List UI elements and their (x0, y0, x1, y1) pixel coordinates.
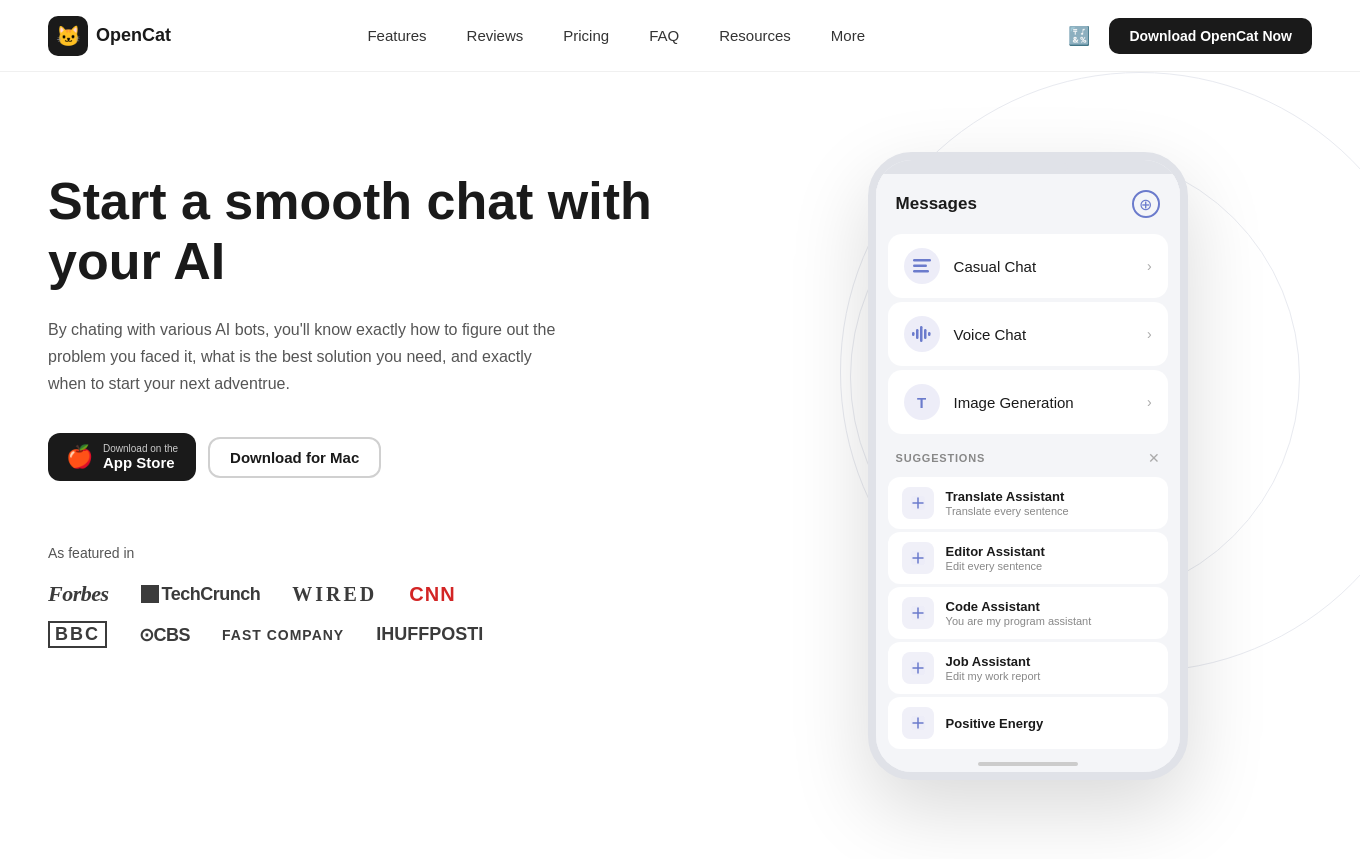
image-generation-name: Image Generation (954, 394, 1133, 411)
svg-rect-0 (913, 259, 931, 262)
editor-icon (902, 542, 934, 574)
hero-description: By chating with various AI bots, you'll … (48, 316, 568, 398)
code-title: Code Assistant (946, 599, 1154, 614)
voice-chat-chevron: › (1147, 326, 1152, 342)
hero-buttons: 🍎 Download on the App Store Download for… (48, 433, 743, 481)
nav-link-reviews[interactable]: Reviews (451, 19, 540, 52)
suggestion-editor[interactable]: Editor Assistant Edit every sentence (888, 532, 1168, 584)
nav-right: 🔣 Download OpenCat Now (1061, 18, 1312, 54)
logos-row-1: Forbes TechCrunch WIRED CNN (48, 581, 743, 607)
job-texts: Job Assistant Edit my work report (946, 654, 1154, 682)
job-title: Job Assistant (946, 654, 1154, 669)
voice-chat-icon (904, 316, 940, 352)
phone-bottom (876, 752, 1180, 772)
svg-rect-3 (912, 332, 915, 336)
app-store-button[interactable]: 🍎 Download on the App Store (48, 433, 196, 481)
editor-texts: Editor Assistant Edit every sentence (946, 544, 1154, 572)
nav-link-more[interactable]: More (815, 19, 881, 52)
chat-item-voice[interactable]: Voice Chat › (888, 302, 1168, 366)
logo-text: OpenCat (96, 25, 171, 46)
navbar: 🐱 OpenCat Features Reviews Pricing FAQ R… (0, 0, 1360, 72)
code-desc: You are my program assistant (946, 615, 1154, 627)
nav-link-faq[interactable]: FAQ (633, 19, 695, 52)
job-icon (902, 652, 934, 684)
code-texts: Code Assistant You are my program assist… (946, 599, 1154, 627)
svg-rect-4 (916, 329, 919, 339)
svg-rect-5 (920, 326, 923, 342)
nav-link-features[interactable]: Features (351, 19, 442, 52)
phone-screen: Messages ⊕ Casual Chat › (876, 174, 1180, 749)
chat-item-casual[interactable]: Casual Chat › (888, 234, 1168, 298)
casual-chat-chevron: › (1147, 258, 1152, 274)
suggestion-translate[interactable]: Translate Assistant Translate every sent… (888, 477, 1168, 529)
hero-right: Messages ⊕ Casual Chat › (743, 132, 1312, 780)
voice-chat-name: Voice Chat (954, 326, 1133, 343)
suggestion-code[interactable]: Code Assistant You are my program assist… (888, 587, 1168, 639)
logo-techcrunch: TechCrunch (141, 584, 261, 605)
translate-icon (902, 487, 934, 519)
app-store-text: Download on the App Store (103, 443, 178, 471)
positive-title: Positive Energy (946, 716, 1154, 731)
logo-cbs: ⊙CBS (139, 624, 190, 646)
chat-item-image[interactable]: T Image Generation › (888, 370, 1168, 434)
casual-chat-icon (904, 248, 940, 284)
translate-title: Translate Assistant (946, 489, 1154, 504)
hero-section: Start a smooth chat with your AI By chat… (0, 72, 1360, 859)
image-generation-icon: T (904, 384, 940, 420)
download-mac-button[interactable]: Download for Mac (208, 437, 381, 478)
messages-add-button[interactable]: ⊕ (1132, 190, 1160, 218)
messages-title: Messages (896, 194, 977, 214)
phone-notch (988, 163, 1068, 171)
nav-links: Features Reviews Pricing FAQ Resources M… (351, 19, 881, 52)
suggestions-header: SUGGESTIONS ✕ (876, 438, 1180, 474)
messages-header: Messages ⊕ (876, 174, 1180, 230)
logo-huffpost: IHUFFPOSTI (376, 624, 483, 645)
featured-section: As featured in Forbes TechCrunch WIRED C… (48, 545, 743, 648)
logo-forbes: Forbes (48, 581, 109, 607)
positive-texts: Positive Energy (946, 716, 1154, 731)
nav-link-resources[interactable]: Resources (703, 19, 807, 52)
logo-cnn: CNN (409, 583, 455, 606)
suggestion-positive[interactable]: Positive Energy (888, 697, 1168, 749)
casual-chat-name: Casual Chat (954, 258, 1133, 275)
hero-title: Start a smooth chat with your AI (48, 172, 743, 292)
positive-icon (902, 707, 934, 739)
phone-top (876, 160, 1180, 174)
featured-label: As featured in (48, 545, 743, 561)
logo-fastcompany: FAST COMPANY (222, 627, 344, 643)
nav-logo[interactable]: 🐱 OpenCat (48, 16, 171, 56)
phone-home-indicator (978, 762, 1078, 766)
translate-desc: Translate every sentence (946, 505, 1154, 517)
editor-desc: Edit every sentence (946, 560, 1154, 572)
editor-title: Editor Assistant (946, 544, 1154, 559)
image-generation-chevron: › (1147, 394, 1152, 410)
suggestion-job[interactable]: Job Assistant Edit my work report (888, 642, 1168, 694)
svg-rect-6 (924, 329, 927, 339)
hero-left: Start a smooth chat with your AI By chat… (48, 132, 743, 648)
nav-link-pricing[interactable]: Pricing (547, 19, 625, 52)
svg-rect-7 (928, 332, 931, 336)
svg-rect-2 (913, 270, 929, 273)
apple-icon: 🍎 (66, 444, 93, 470)
job-desc: Edit my work report (946, 670, 1154, 682)
phone-mockup: Messages ⊕ Casual Chat › (868, 152, 1188, 780)
nav-icon-button[interactable]: 🔣 (1061, 18, 1097, 54)
logo-wired: WIRED (292, 583, 377, 606)
suggestions-close-button[interactable]: ✕ (1148, 450, 1160, 466)
translate-texts: Translate Assistant Translate every sent… (946, 489, 1154, 517)
logo-bbc: BBC (48, 621, 107, 648)
suggestions-label: SUGGESTIONS (896, 452, 985, 464)
logos-row-2: BBC ⊙CBS FAST COMPANY IHUFFPOSTI (48, 621, 743, 648)
nav-cta-button[interactable]: Download OpenCat Now (1109, 18, 1312, 54)
svg-rect-1 (913, 265, 927, 268)
code-icon (902, 597, 934, 629)
logo-icon: 🐱 (48, 16, 88, 56)
plus-icon: ⊕ (1139, 195, 1152, 214)
